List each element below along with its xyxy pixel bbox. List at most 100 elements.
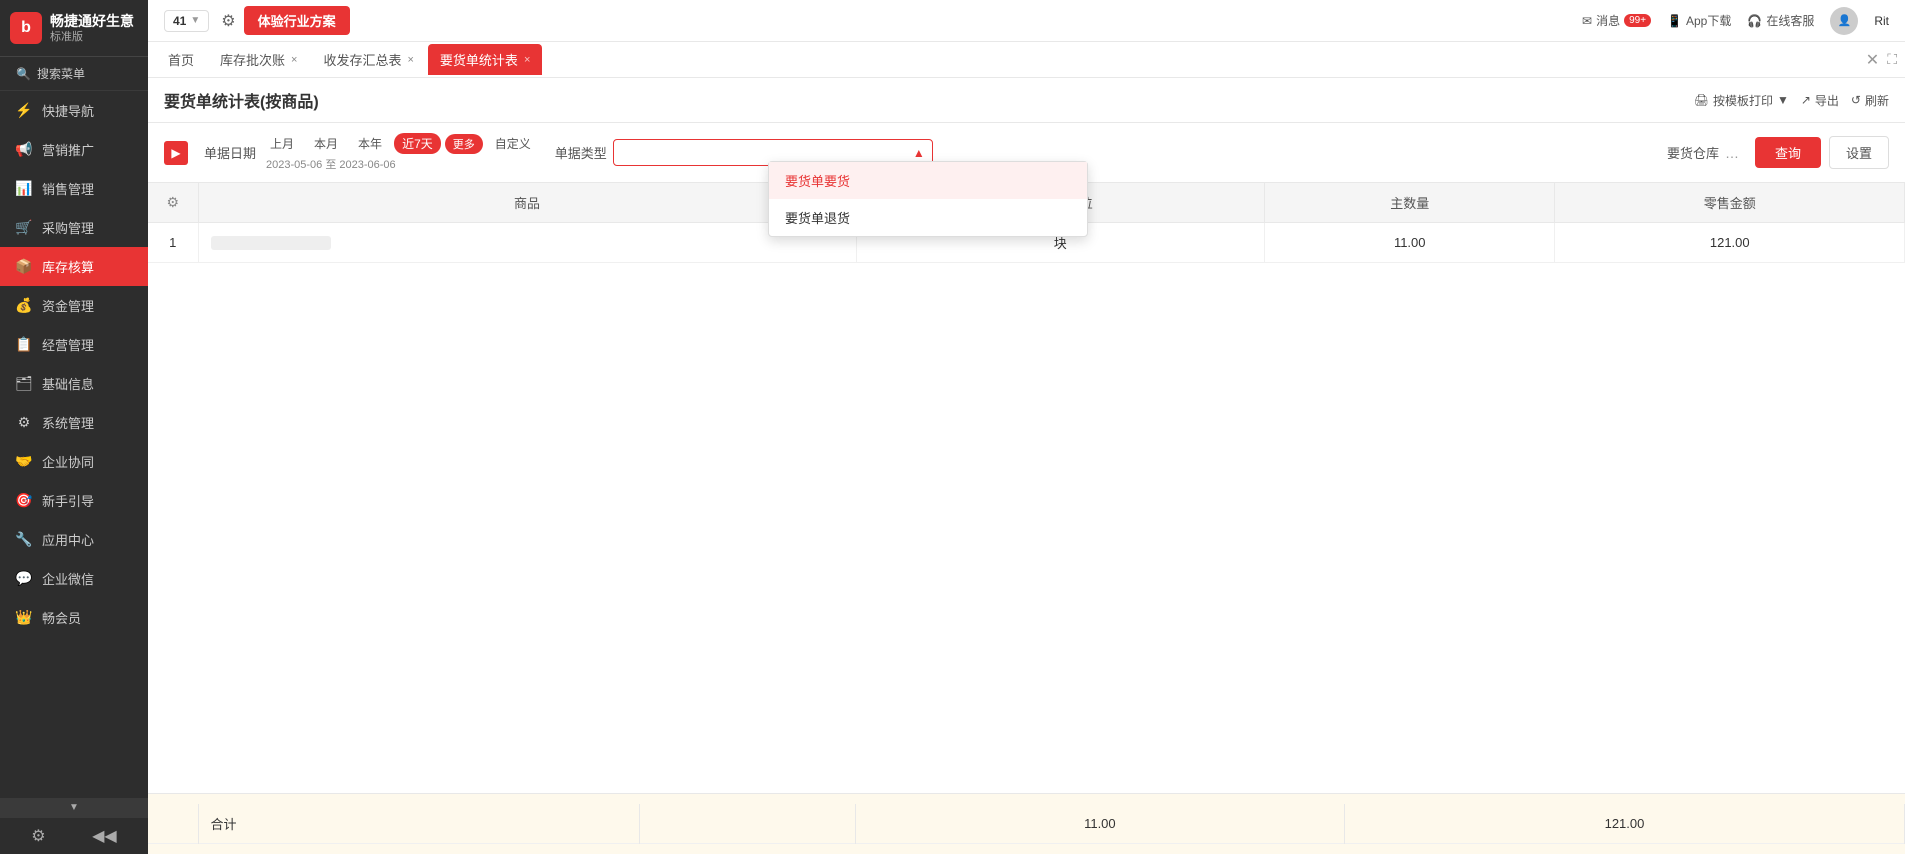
store-number: 41 — [173, 14, 186, 28]
warehouse-more-icon[interactable]: … — [1725, 145, 1739, 161]
dropdown-item-order-goods[interactable]: 要货单要货 — [769, 162, 1087, 199]
app-download-button[interactable]: 📱 App下载 — [1667, 12, 1731, 29]
cell-quantity: 11.00 — [1264, 223, 1555, 263]
shortcut-this-year[interactable]: 本年 — [350, 133, 390, 154]
sidebar-item-sales[interactable]: 📊 销售管理 — [0, 169, 148, 208]
tab-receivable-summary-close[interactable]: × — [407, 54, 413, 66]
single-type-dropdown: 要货单要货 要货单退货 — [768, 161, 1088, 237]
sidebar-bottom: ⚙ ◀◀ — [0, 817, 148, 854]
online-service-button[interactable]: 🎧 在线客服 — [1747, 12, 1814, 29]
sidebar-item-appstore[interactable]: 🔧 应用中心 — [0, 520, 148, 559]
sidebar-item-system[interactable]: ⚙ 系统管理 — [0, 403, 148, 442]
page-header: 要货单统计表(按商品) 🖨 按模板打印 ▼ ↗ 导出 ↺ 刷新 — [148, 78, 1905, 123]
inventory-icon: 📦 — [14, 258, 34, 275]
tab-inventory-batch-close[interactable]: × — [291, 54, 297, 66]
col-amount: 零售金额 — [1555, 183, 1905, 223]
print-icon: 🖨 — [1694, 93, 1709, 107]
refresh-button[interactable]: ↺ 刷新 — [1851, 92, 1889, 109]
guide-icon: 🎯 — [14, 492, 34, 509]
tab-order-summary-label: 要货单统计表 — [440, 50, 518, 69]
sidebar-item-purchase[interactable]: 🛒 采购管理 — [0, 208, 148, 247]
tab-receivable-summary-label: 收发存汇总表 — [323, 50, 401, 69]
filter-expand-button[interactable]: ▶ — [164, 141, 188, 165]
header-gear-icon[interactable]: ⚙ — [221, 11, 235, 31]
sidebar-search[interactable]: 🔍 搜索菜单 — [0, 57, 148, 91]
query-button[interactable]: 查询 — [1755, 137, 1821, 168]
single-type-group: 单据类型 ▲ — [555, 139, 1635, 166]
date-filter-group: 单据日期 上月 本月 本年 近7天 更多 自定义 2023-05-06 至 20… — [204, 133, 539, 172]
sidebar-item-enterprise[interactable]: 🤝 企业协同 — [0, 442, 148, 481]
messages-button[interactable]: ✉ 消息 99+ — [1582, 12, 1651, 29]
table-settings-icon[interactable]: ⚙ — [166, 194, 179, 210]
message-icon: ✉ — [1582, 14, 1592, 28]
footer-amount: 121.00 — [1344, 804, 1904, 844]
sidebar-item-quick-nav[interactable]: ⚡ 快捷导航 — [0, 91, 148, 130]
logo-sub: 标准版 — [50, 30, 134, 44]
quick-nav-icon: ⚡ — [14, 102, 34, 119]
single-type-chevron-icon[interactable]: ▲ — [913, 146, 925, 160]
sidebar-item-basics[interactable]: 🗂 基础信息 — [0, 364, 148, 403]
username: Rit — [1874, 14, 1889, 28]
date-range-text: 2023-05-06 至 2023-06-06 — [266, 159, 396, 171]
messages-badge: 99+ — [1624, 14, 1651, 27]
shortcut-last-month[interactable]: 上月 — [262, 133, 302, 154]
print-button[interactable]: 🖨 按模板打印 ▼ — [1694, 92, 1789, 109]
shortcut-this-month[interactable]: 本月 — [306, 133, 346, 154]
avatar: 👤 — [1830, 7, 1858, 35]
store-selector[interactable]: 41 ▼ — [164, 10, 209, 32]
sidebar-item-wechat[interactable]: 💬 企业微信 — [0, 559, 148, 598]
tab-home[interactable]: 首页 — [156, 44, 206, 75]
dropdown-item-order-return[interactable]: 要货单退货 — [769, 199, 1087, 236]
warehouse-group: 要货仓库 … — [1667, 143, 1739, 162]
search-icon: 🔍 — [16, 67, 31, 81]
promo-button[interactable]: 体验行业方案 — [244, 6, 350, 35]
export-button[interactable]: ↗ 导出 — [1801, 92, 1839, 109]
search-label: 搜索菜单 — [37, 65, 85, 82]
tab-order-summary[interactable]: 要货单统计表 × — [428, 44, 542, 75]
sidebar-item-label: 快捷导航 — [42, 101, 134, 120]
basics-icon: 🗂 — [14, 375, 34, 392]
wechat-icon: 💬 — [14, 570, 34, 587]
sidebar-item-label: 新手引导 — [42, 491, 134, 510]
sidebar-item-label: 营销推广 — [42, 140, 134, 159]
tab-order-summary-close[interactable]: × — [524, 54, 530, 66]
filter-bar: ▶ 单据日期 上月 本月 本年 近7天 更多 自定义 2023-05-06 至 … — [148, 123, 1905, 183]
shortcut-custom[interactable]: 自定义 — [487, 133, 539, 154]
refresh-label: 刷新 — [1865, 92, 1889, 109]
logo-icon: b — [10, 12, 42, 44]
footer-empty — [148, 804, 198, 844]
sidebar-item-label: 基础信息 — [42, 374, 134, 393]
single-type-label: 单据类型 — [555, 143, 607, 162]
messages-label: 消息 — [1596, 12, 1620, 29]
page-body: 要货单统计表(按商品) 🖨 按模板打印 ▼ ↗ 导出 ↺ 刷新 ▶ — [148, 78, 1905, 854]
collapse-icon[interactable]: ◀◀ — [92, 826, 117, 846]
sidebar-item-label: 库存核算 — [42, 257, 134, 276]
date-shortcuts: 上月 本月 本年 近7天 更多 自定义 2023-05-06 至 2023-06… — [262, 133, 539, 172]
header-right: ✉ 消息 99+ 📱 App下载 🎧 在线客服 👤 Rit — [1582, 7, 1889, 35]
tab-inventory-batch[interactable]: 库存批次账 × — [208, 44, 309, 75]
logo-main: 畅捷通好生意 — [50, 12, 134, 30]
settings-bottom-icon[interactable]: ⚙ — [31, 826, 45, 846]
sidebar-item-marketing[interactable]: 📢 营销推广 — [0, 130, 148, 169]
shortcut-7days[interactable]: 近7天 — [394, 133, 441, 154]
product-placeholder — [211, 236, 331, 250]
sidebar-item-guide[interactable]: 🎯 新手引导 — [0, 481, 148, 520]
sidebar-item-member[interactable]: 👑 畅会员 — [0, 598, 148, 637]
tab-receivable-summary[interactable]: 收发存汇总表 × — [311, 44, 425, 75]
sidebar-item-finance[interactable]: 💰 资金管理 — [0, 286, 148, 325]
shortcut-more[interactable]: 更多 — [445, 134, 483, 154]
date-shortcuts-row: 上月 本月 本年 近7天 更多 自定义 — [262, 133, 539, 154]
sidebar-scroll-down[interactable]: ▼ — [0, 798, 148, 817]
sidebar-item-inventory[interactable]: 📦 库存核算 — [0, 247, 148, 286]
sidebar-item-label: 应用中心 — [42, 530, 134, 549]
page-header-actions: 🖨 按模板打印 ▼ ↗ 导出 ↺ 刷新 — [1694, 92, 1889, 109]
tab-expand-button[interactable]: ⛶ — [1887, 51, 1897, 68]
filter-settings-button[interactable]: 设置 — [1829, 136, 1889, 169]
tab-bar: 首页 库存批次账 × 收发存汇总表 × 要货单统计表 × ✕ ⛶ — [148, 42, 1905, 78]
tab-actions: ✕ ⛶ — [1866, 50, 1897, 70]
header-left: 41 ▼ ⚙ 体验行业方案 — [164, 6, 1582, 35]
sidebar-item-label: 企业协同 — [42, 452, 134, 471]
print-label: 按模板打印 — [1713, 92, 1773, 109]
tab-close-all-button[interactable]: ✕ — [1866, 50, 1879, 70]
sidebar-item-operations[interactable]: 📋 经营管理 — [0, 325, 148, 364]
